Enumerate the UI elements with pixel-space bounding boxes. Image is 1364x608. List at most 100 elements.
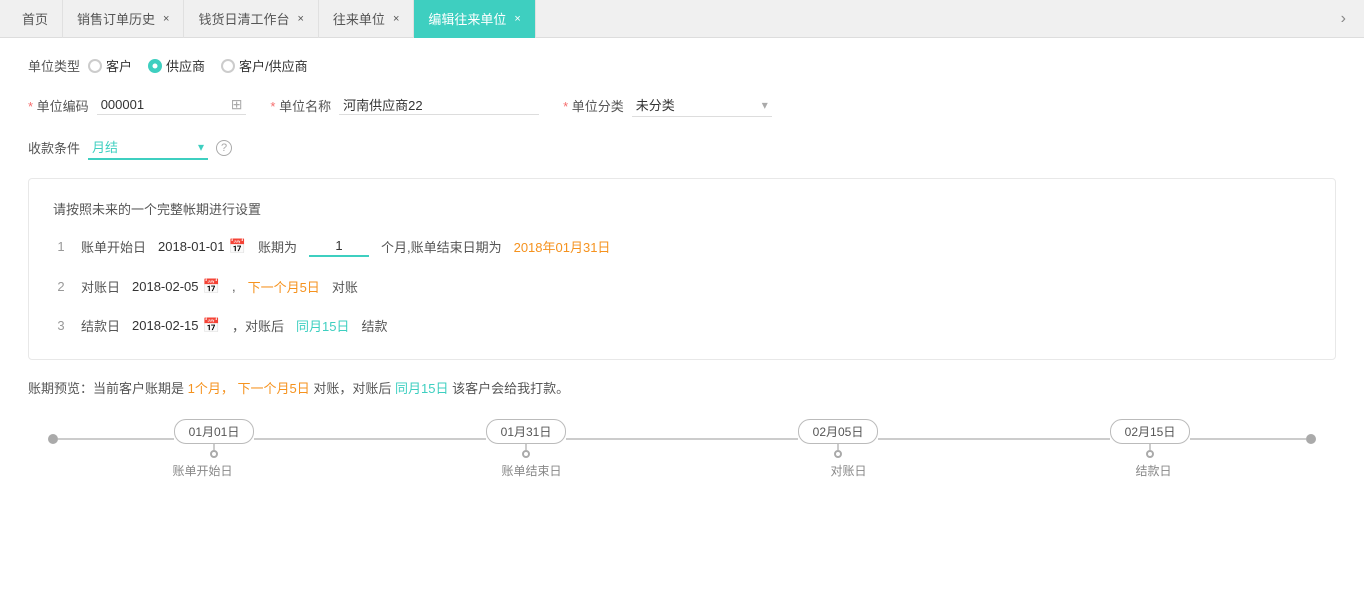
timeline-dot-1	[210, 450, 218, 458]
period-suffix-pre-1: 账期为	[258, 237, 297, 256]
radio-both-label: 客户/供应商	[239, 56, 308, 75]
preview-text: 账期预览：当前客户账期是 1个月， 下一个月5日 对账，对账后 同月15日 该客…	[28, 378, 1336, 397]
period-row3-same-month: 同月15日	[296, 316, 349, 335]
radio-customer[interactable]: 客户	[88, 56, 132, 75]
timeline-dot-3	[834, 450, 842, 458]
timeline-end-dot	[1306, 434, 1316, 444]
radio-customer-circle	[88, 59, 102, 73]
timeline-label-4-wrapper: 结款日	[1136, 462, 1172, 479]
tab-cash-workbench-close[interactable]: ×	[297, 13, 303, 25]
period-row2-suffix: 对账	[332, 277, 358, 296]
timeline-line-5	[1190, 438, 1306, 440]
timeline-label-2-wrapper: 账单结束日	[502, 462, 562, 479]
tab-partner-close[interactable]: ×	[393, 13, 399, 25]
timeline-pill-1: 01月01日	[174, 419, 255, 444]
tab-more-button[interactable]: ›	[1331, 10, 1356, 28]
period-calendar-icon-3[interactable]: 📅	[203, 317, 220, 334]
payment-terms-select[interactable]: 月结 ▾	[88, 135, 208, 160]
unit-category-dropdown-icon: ▾	[762, 98, 768, 112]
unit-code-copy-icon[interactable]: ⊞	[227, 96, 247, 113]
period-calendar-icon-1[interactable]: 📅	[229, 238, 246, 255]
period-box: 请按照未来的一个完整帐期进行设置 1 账单开始日 2018-01-01 📅 账期…	[28, 178, 1336, 360]
timeline-line-4	[878, 438, 1109, 440]
timeline-labels-row: 账单开始日 账单结束日 对账日 结款日	[48, 462, 1316, 479]
preview-highlight2: 同月15日	[395, 381, 448, 396]
period-num-3: 3	[53, 318, 69, 333]
period-label-1: 账单开始日	[81, 237, 146, 256]
timeline-node-3: 02月05日	[798, 419, 879, 458]
period-row3-prefix: ，对账后	[232, 316, 284, 335]
tab-partner-label: 往来单位	[333, 9, 385, 28]
tab-edit-partner[interactable]: 编辑往来单位 ×	[414, 0, 535, 38]
radio-both[interactable]: 客户/供应商	[221, 56, 308, 75]
radio-customer-label: 客户	[106, 56, 132, 75]
timeline-pill-2: 01月31日	[486, 419, 567, 444]
period-months-input[interactable]	[309, 236, 369, 257]
timeline-label-4: 结款日	[1136, 462, 1172, 479]
radio-supplier-circle	[148, 59, 162, 73]
period-num-2: 2	[53, 279, 69, 294]
preview-highlight1: 1个月，	[188, 381, 234, 396]
period-end-date-highlight: 2018年01月31日	[514, 237, 611, 256]
payment-terms-value: 月结	[92, 137, 198, 156]
tab-cash-workbench-label: 钱货日清工作台	[198, 9, 289, 28]
period-date-value-3: 2018-02-15	[132, 318, 199, 333]
period-row3-suffix: 结款	[361, 316, 387, 335]
timeline-node-4: 02月15日	[1110, 419, 1191, 458]
tab-edit-partner-close[interactable]: ×	[514, 13, 520, 25]
tab-sales-history[interactable]: 销售订单历史 ×	[63, 0, 184, 38]
timeline-section: 01月01日 01月31日 02月05日 02月15日	[28, 419, 1336, 479]
period-row-1: 1 账单开始日 2018-01-01 📅 账期为 个月,账单结束日期为 2018…	[53, 236, 1311, 257]
period-date-3: 2018-02-15 📅	[132, 317, 220, 334]
unit-category-select[interactable]: 未分类 ▾	[632, 93, 772, 117]
tab-home-label: 首页	[22, 9, 48, 28]
radio-both-circle	[221, 59, 235, 73]
tab-bar: 首页 销售订单历史 × 钱货日清工作台 × 往来单位 × 编辑往来单位 × ›	[0, 0, 1364, 38]
unit-code-input-wrapper: ⊞	[97, 95, 247, 115]
timeline-pill-4: 02月15日	[1110, 419, 1191, 444]
period-date-2: 2018-02-05 📅	[132, 278, 220, 295]
tab-cash-workbench[interactable]: 钱货日清工作台 ×	[184, 0, 318, 38]
period-row-3: 3 结款日 2018-02-15 📅 ，对账后 同月15日 结款	[53, 316, 1311, 335]
tab-home[interactable]: 首页	[8, 0, 63, 38]
unit-name-label: 单位名称	[270, 96, 331, 115]
timeline-dot-4	[1146, 450, 1154, 458]
unit-code-label: 单位编码	[28, 96, 89, 115]
unit-code-input[interactable]	[97, 95, 227, 114]
tab-sales-history-close[interactable]: ×	[163, 13, 169, 25]
period-date-1: 2018-01-01 📅	[158, 238, 246, 255]
radio-supplier[interactable]: 供应商	[148, 56, 205, 75]
unit-name-input[interactable]	[339, 95, 539, 115]
unit-category-group: 单位分类 未分类 ▾	[563, 93, 772, 117]
preview-middle: 下一个月5日	[238, 381, 310, 396]
timeline-start-dot	[48, 434, 58, 444]
timeline-pill-3: 02月05日	[798, 419, 879, 444]
unit-code-group: 单位编码 ⊞	[28, 95, 246, 115]
payment-terms-help-icon[interactable]: ?	[216, 140, 232, 156]
period-row2-next-month: 下一个月5日	[248, 277, 320, 296]
radio-supplier-label: 供应商	[166, 56, 205, 75]
tab-partner[interactable]: 往来单位 ×	[319, 0, 414, 38]
unit-type-row: 单位类型 客户 供应商 客户/供应商	[28, 56, 1336, 75]
timeline-line-1	[58, 438, 174, 440]
period-calendar-icon-2[interactable]: 📅	[203, 278, 220, 295]
timeline-label-1: 账单开始日	[173, 462, 233, 479]
unit-type-label: 单位类型	[28, 56, 80, 75]
period-hint: 请按照未来的一个完整帐期进行设置	[53, 199, 1311, 218]
payment-terms-row: 收款条件 月结 ▾ ?	[28, 135, 1336, 160]
period-date-value-2: 2018-02-05	[132, 279, 199, 294]
period-date-value-1: 2018-01-01	[158, 239, 225, 254]
preview-prefix: 账期预览：当前客户账期是	[28, 381, 184, 396]
unit-category-value: 未分类	[636, 95, 762, 114]
unit-info-row: 单位编码 ⊞ 单位名称 单位分类 未分类 ▾	[28, 93, 1336, 117]
period-label-3: 结款日	[81, 316, 120, 335]
unit-name-group: 单位名称	[270, 95, 539, 115]
main-content: 单位类型 客户 供应商 客户/供应商 单位编码	[0, 38, 1364, 608]
period-label-2: 对账日	[81, 277, 120, 296]
tab-edit-partner-label: 编辑往来单位	[428, 9, 506, 28]
timeline-label-3-wrapper: 对账日	[831, 462, 867, 479]
period-num-1: 1	[53, 239, 69, 254]
timeline-label-1-wrapper: 账单开始日	[173, 462, 233, 479]
period-suffix-post-1a: 个月,账单结束日期为	[381, 237, 502, 256]
timeline-row: 01月01日 01月31日 02月05日 02月15日	[48, 419, 1316, 458]
